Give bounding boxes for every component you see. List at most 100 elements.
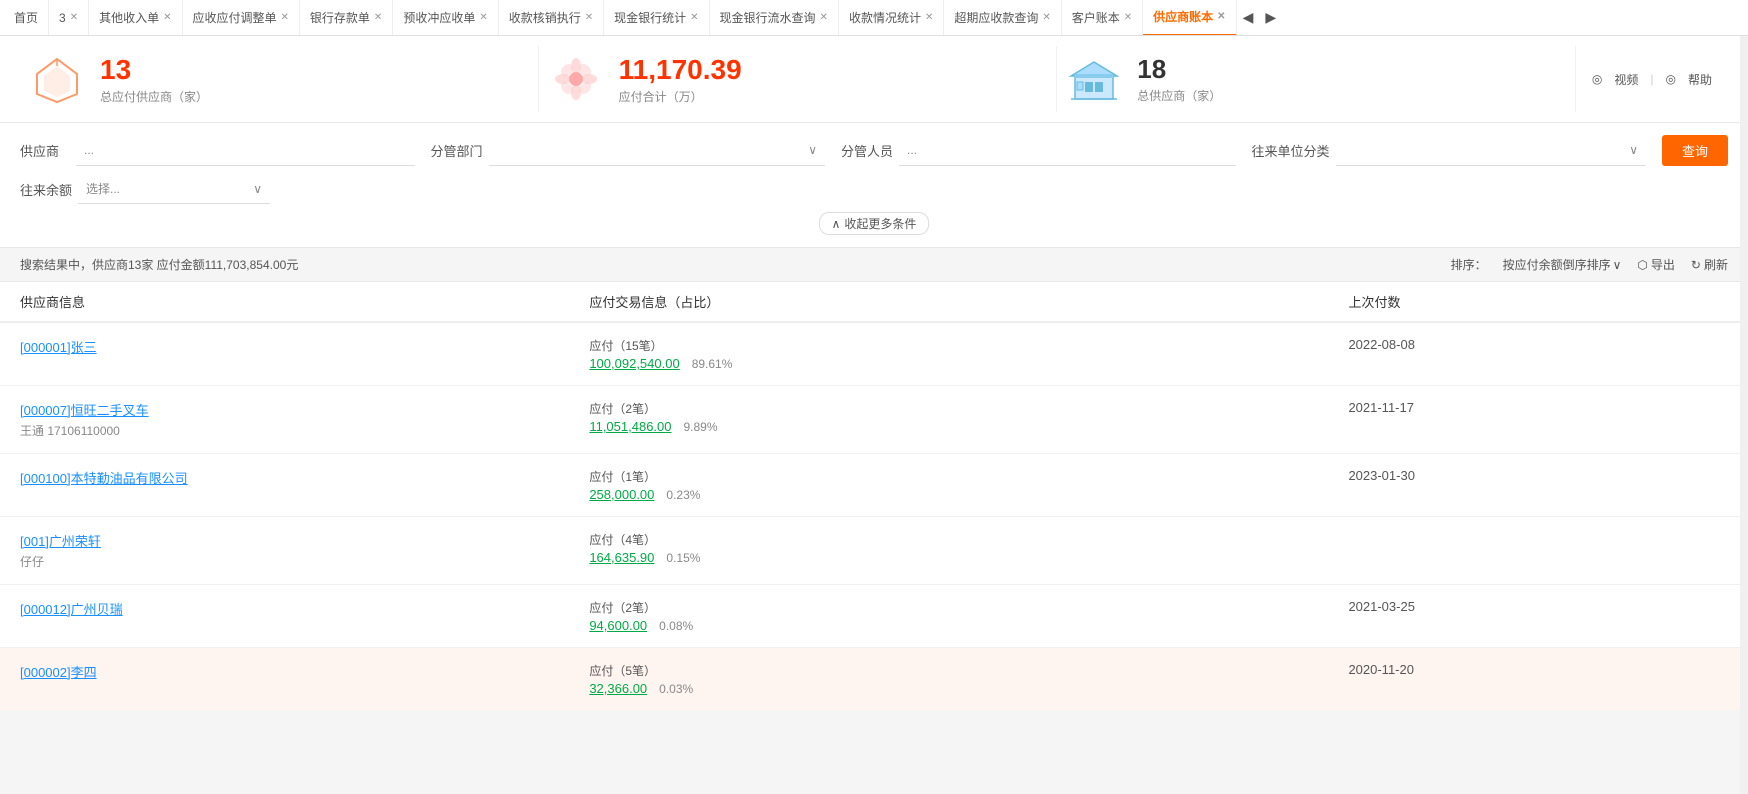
filter-supplier: 供应商 ...: [20, 136, 415, 166]
chevron-down-icon: ∨: [808, 143, 817, 157]
export-button[interactable]: ⬡ 导出: [1637, 256, 1675, 273]
category-label: 往来单位分类: [1252, 141, 1330, 160]
person-label: 分管人员: [841, 141, 893, 160]
col-header-last-pay: 上次付数: [1348, 292, 1728, 311]
nav-tab-supplierbook[interactable]: 供应商账本 ✕: [1143, 0, 1236, 36]
balance-label: 往来余额: [20, 180, 72, 199]
close-icon[interactable]: ✕: [820, 12, 828, 23]
supplier-info-3: [000100]本特勤油品有限公司: [20, 468, 589, 487]
close-icon[interactable]: ✕: [585, 12, 593, 23]
last-pay-5: 2021-03-25: [1348, 599, 1728, 614]
filter-dept: 分管部门 ∨: [431, 136, 826, 166]
last-pay-6: 2020-11-20: [1348, 662, 1728, 677]
chevron-down-icon3: ∨: [253, 182, 262, 196]
payable-suppliers-count: 13: [100, 54, 208, 86]
nav-tab-home[interactable]: 首页: [4, 0, 49, 36]
stat-block-payable-suppliers: 13 总应付供应商（家）: [20, 46, 539, 112]
category-select[interactable]: ∨: [1336, 136, 1646, 166]
trans-amount-4[interactable]: 164,635.90: [589, 550, 654, 565]
refresh-icon: ↻: [1691, 258, 1701, 272]
nav-arrow-left[interactable]: ◀: [1237, 9, 1260, 26]
supplier-link-1[interactable]: [000001]张三: [20, 340, 97, 355]
supplier-link-6[interactable]: [000002]李四: [20, 665, 97, 680]
nav-arrow-right[interactable]: ▶: [1259, 9, 1282, 26]
nav-tab-3[interactable]: 3 ✕: [49, 0, 89, 36]
trans-row-4: 164,635.90 0.15%: [589, 548, 1348, 565]
stat-block-payable-total: 11,170.39 应付合计（万）: [539, 46, 1058, 112]
top-nav: 首页 3 ✕ 其他收入单 ✕ 应收应付调整单 ✕ 银行存款单 ✕ 预收冲应收单 …: [0, 0, 1748, 36]
video-link[interactable]: 视频: [1614, 71, 1638, 88]
filter-row-1: 供应商 ... 分管部门 ∨ 分管人员 ... 往来单位分类 ∨ 查询: [20, 135, 1728, 166]
nav-tab-bank[interactable]: 银行存款单 ✕: [300, 0, 393, 36]
filter-person: 分管人员 ...: [841, 136, 1236, 166]
col-header-transaction: 应付交易信息（占比）: [589, 292, 1348, 311]
collapse-icon: ∧: [832, 217, 841, 231]
supplier-info-1: [000001]张三: [20, 337, 589, 356]
last-pay-2: 2021-11-17: [1348, 400, 1728, 415]
table-row: [000100]本特勤油品有限公司 应付（1笔） 258,000.00 0.23…: [0, 454, 1748, 517]
transaction-info-6: 应付（5笔） 32,366.00 0.03%: [589, 662, 1348, 696]
help-link[interactable]: 帮助: [1688, 71, 1712, 88]
nav-tab-cashstat[interactable]: 现金银行统计 ✕: [604, 0, 709, 36]
refresh-button[interactable]: ↻ 刷新: [1691, 256, 1728, 273]
close-icon[interactable]: ✕: [374, 12, 382, 23]
dept-select[interactable]: ∨: [489, 136, 825, 166]
collapse-bar: ∧ 收起更多条件: [20, 212, 1728, 235]
circle-icon2: ◎: [1666, 72, 1676, 86]
balance-select[interactable]: 选择... ∨: [78, 174, 270, 204]
nav-tab-income[interactable]: 其他收入单 ✕: [89, 0, 182, 36]
nav-tab-cashflow[interactable]: 现金银行流水查询 ✕: [710, 0, 839, 36]
trans-pct-3: 0.23%: [666, 488, 700, 502]
nav-tab-prepay[interactable]: 预收冲应收单 ✕: [393, 0, 498, 36]
supplier-link-5[interactable]: [000012]广州贝瑞: [20, 602, 123, 617]
last-pay-date-5: 2021-03-25: [1348, 599, 1415, 614]
trans-pct-2: 9.89%: [684, 420, 718, 434]
total-suppliers-count: 18: [1137, 54, 1221, 85]
supplier-label: 供应商: [20, 141, 70, 160]
trans-row-1: 100,092,540.00 89.61%: [589, 354, 1348, 371]
close-icon[interactable]: ✕: [1042, 12, 1050, 23]
supplier-input[interactable]: ...: [76, 136, 415, 166]
collapse-label: 收起更多条件: [844, 215, 916, 232]
nav-tab-overdue[interactable]: 超期应收款查询 ✕: [944, 0, 1061, 36]
close-icon[interactable]: ✕: [163, 12, 171, 23]
transaction-info-5: 应付（2笔） 94,600.00 0.08%: [589, 599, 1348, 633]
nav-tab-custbook[interactable]: 客户账本 ✕: [1062, 0, 1143, 36]
trans-amount-6[interactable]: 32,366.00: [589, 681, 647, 696]
supplier-link-4[interactable]: [001]广州荣轩: [20, 534, 101, 549]
nav-tab-recvstat[interactable]: 收款情况统计 ✕: [839, 0, 944, 36]
trans-pct-5: 0.08%: [659, 619, 693, 633]
close-icon[interactable]: ✕: [690, 12, 698, 23]
payable-total-amount: 11,170.39: [619, 54, 742, 86]
close-icon[interactable]: ✕: [70, 12, 78, 23]
last-pay-date-1: 2022-08-08: [1348, 337, 1415, 352]
collapse-button[interactable]: ∧ 收起更多条件: [819, 212, 930, 235]
trans-row-6: 32,366.00 0.03%: [589, 679, 1348, 696]
trans-amount-3[interactable]: 258,000.00: [589, 487, 654, 502]
person-input[interactable]: ...: [899, 136, 1235, 166]
nav-tab-receipt[interactable]: 收款核销执行 ✕: [499, 0, 604, 36]
results-right: 排序： 按应付余额倒序排序 ∨ ⬡ 导出 ↻ 刷新: [1451, 256, 1728, 273]
trans-amount-2[interactable]: 11,051,486.00: [589, 419, 671, 434]
supplier-link-2[interactable]: [000007]恒旺二手叉车: [20, 403, 149, 418]
nav-tab-adjust[interactable]: 应收应付调整单 ✕: [183, 0, 300, 36]
dept-label: 分管部门: [431, 141, 483, 160]
close-icon[interactable]: ✕: [1124, 12, 1132, 23]
chevron-down-icon2: ∨: [1629, 143, 1638, 157]
export-icon: ⬡: [1637, 258, 1647, 272]
supplier-link-3[interactable]: [000100]本特勤油品有限公司: [20, 471, 188, 486]
results-bar: 搜索结果中，供应商13家 应付金额111,703,854.00元 排序： 按应付…: [0, 248, 1748, 282]
search-button[interactable]: 查询: [1662, 135, 1728, 166]
trans-amount-1[interactable]: 100,092,540.00: [589, 356, 679, 371]
sort-label: 排序：: [1451, 256, 1487, 273]
trans-amount-5[interactable]: 94,600.00: [589, 618, 647, 633]
sort-select[interactable]: 按应付余额倒序排序 ∨: [1503, 256, 1622, 273]
close-icon[interactable]: ✕: [479, 12, 487, 23]
filter-category: 往来单位分类 ∨: [1252, 136, 1647, 166]
close-icon[interactable]: ✕: [925, 12, 933, 23]
scrollbar[interactable]: [1740, 36, 1748, 794]
close-icon[interactable]: ✕: [281, 12, 289, 23]
close-icon[interactable]: ✕: [1217, 11, 1225, 22]
supplier-info-6: [000002]李四: [20, 662, 589, 681]
last-pay-1: 2022-08-08: [1348, 337, 1728, 352]
